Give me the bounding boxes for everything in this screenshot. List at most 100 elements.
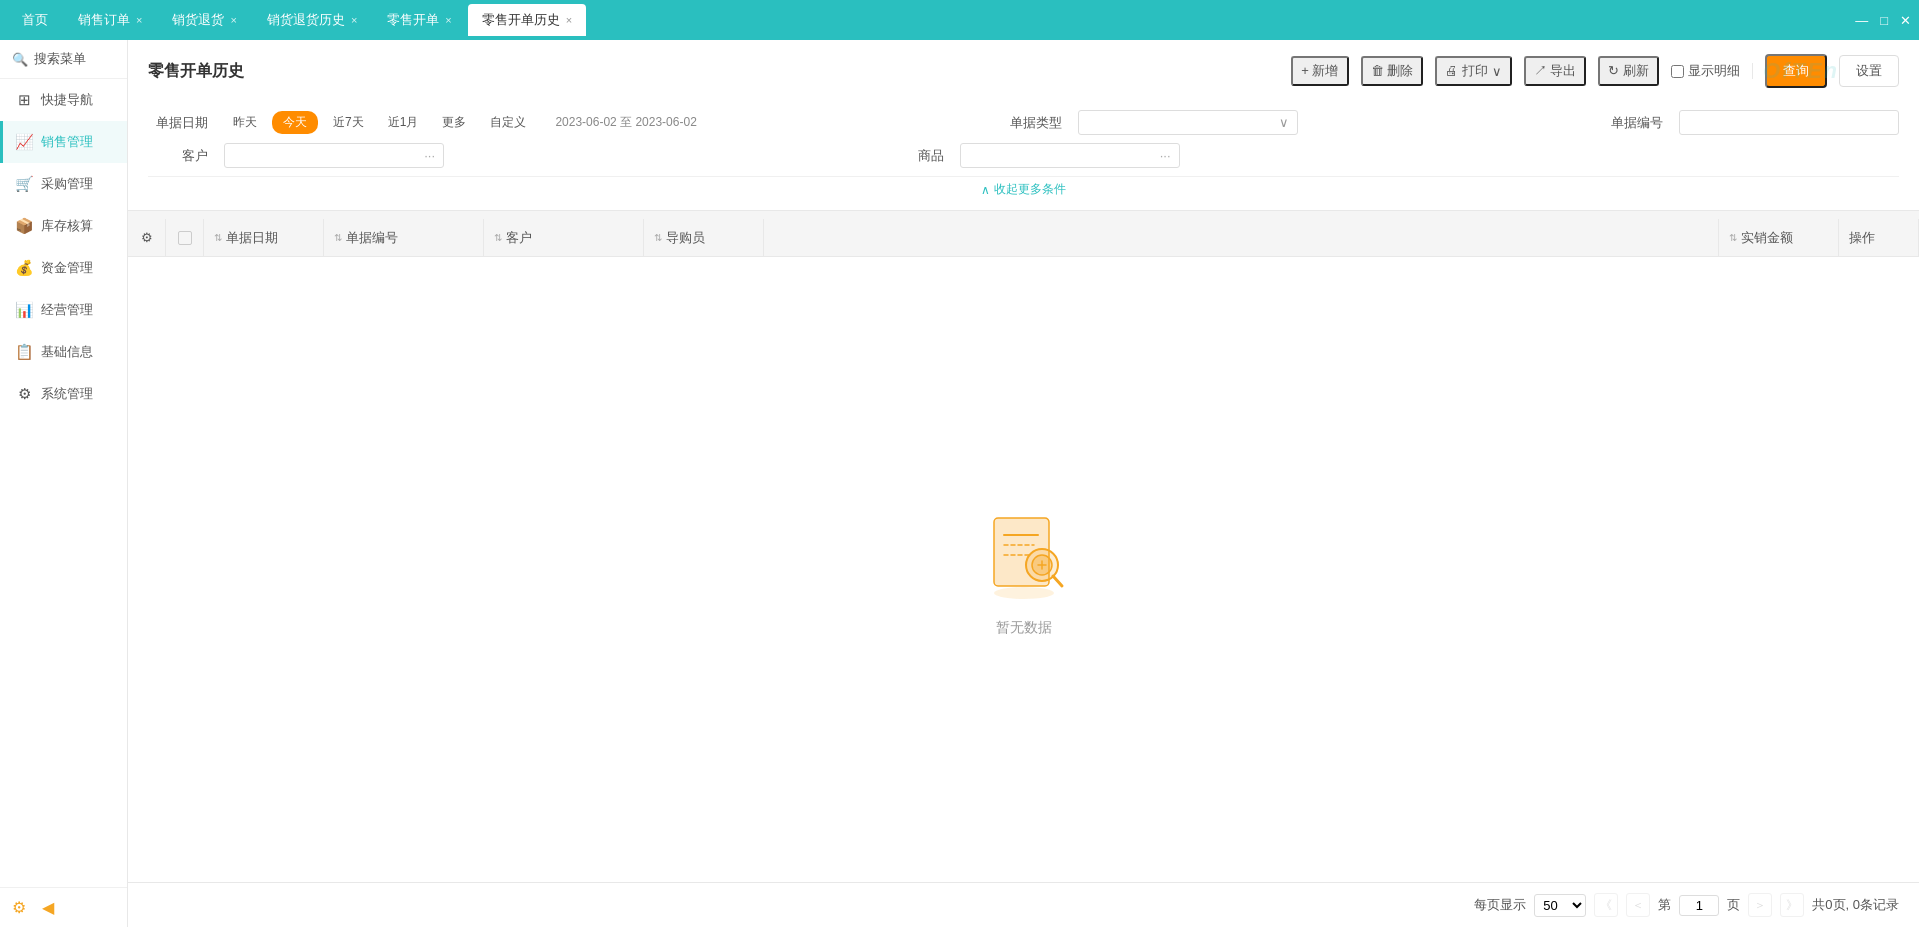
svg-line-8 — [1053, 576, 1062, 586]
tab-home[interactable]: 首页 — [8, 4, 62, 36]
first-page-btn[interactable]: 《 — [1594, 893, 1618, 917]
query-button[interactable]: 查询 — [1765, 54, 1827, 88]
sidebar-item-finance[interactable]: 💰 资金管理 — [0, 247, 127, 289]
tab-retail-open[interactable]: 零售开单 × — [373, 4, 465, 36]
date-filter-label: 单据日期 — [148, 114, 208, 132]
tab-close-retail-open-history[interactable]: × — [566, 14, 572, 26]
date-range-text: 2023-06-02 至 2023-06-02 — [555, 114, 696, 131]
th-operation: 操作 — [1839, 219, 1919, 256]
goods-input[interactable] — [969, 148, 1156, 163]
goods-label: 商品 — [884, 147, 944, 165]
customer-input[interactable] — [233, 148, 420, 163]
th-customer[interactable]: ⇅ 客户 — [484, 219, 644, 256]
sidebar-item-operations[interactable]: 📊 经营管理 — [0, 289, 127, 331]
tab-close-sales-order[interactable]: × — [136, 14, 142, 26]
sidebar-item-quick-nav[interactable]: ⊞ 快捷导航 — [0, 79, 127, 121]
sidebar-item-system[interactable]: ⚙ 系统管理 — [0, 373, 127, 415]
customer-dots[interactable]: ··· — [424, 148, 435, 163]
th-billno-label: 单据编号 — [346, 229, 398, 247]
date-btn-yesterday[interactable]: 昨天 — [224, 111, 266, 134]
customer-input-wrapper[interactable]: ··· — [224, 143, 444, 168]
sidebar-item-basic-info[interactable]: 📋 基础信息 — [0, 331, 127, 373]
th-date[interactable]: ⇅ 单据日期 — [204, 219, 324, 256]
th-checkbox[interactable] — [166, 219, 204, 256]
print-arrow-icon: ∨ — [1492, 64, 1502, 79]
sidebar-collapse-icon[interactable]: ◀ — [42, 898, 54, 917]
display-detail-checkbox[interactable] — [1671, 65, 1684, 78]
sidebar-items: ⊞ 快捷导航 📈 销售管理 🛒 采购管理 📦 库存核算 💰 资金管理 📊 经营管… — [0, 79, 127, 415]
date-btn-last1m[interactable]: 近1月 — [379, 111, 428, 134]
print-button[interactable]: 🖨 打印 ∨ — [1435, 56, 1512, 86]
display-detail-toggle[interactable]: 显示明细 — [1671, 62, 1740, 80]
sort-icon-date: ⇅ — [214, 232, 222, 243]
filter-row-customer: 客户 ··· 商品 ··· — [148, 143, 1899, 168]
sidebar-item-purchase-mgmt[interactable]: 🛒 采购管理 — [0, 163, 127, 205]
date-btn-today[interactable]: 今天 — [272, 111, 318, 134]
bill-type-label: 单据类型 — [1002, 114, 1062, 132]
window-minimize[interactable]: — — [1855, 13, 1868, 28]
tab-label-retail-open-history: 零售开单历史 — [482, 11, 560, 29]
tab-label-sales-return: 销货退货 — [172, 11, 224, 29]
collapse-bar[interactable]: ∧ 收起更多条件 — [148, 176, 1899, 202]
gear-icon: ⚙ — [141, 230, 153, 245]
goods-dots[interactable]: ··· — [1160, 148, 1171, 163]
sort-icon-billno: ⇅ — [334, 232, 342, 243]
sort-icon-salesperson: ⇅ — [654, 232, 662, 243]
select-all-checkbox[interactable] — [178, 231, 192, 245]
next-page-btn[interactable]: ＞ — [1748, 893, 1772, 917]
bill-type-select[interactable]: ∨ — [1078, 110, 1298, 135]
sidebar-item-inventory[interactable]: 📦 库存核算 — [0, 205, 127, 247]
th-date-label: 单据日期 — [226, 229, 278, 247]
search-icon: 🔍 — [12, 52, 28, 67]
date-btn-custom[interactable]: 自定义 — [481, 111, 535, 134]
tab-label-retail-open: 零售开单 — [387, 11, 439, 29]
tab-retail-open-history[interactable]: 零售开单历史 × — [468, 4, 586, 36]
th-billno[interactable]: ⇅ 单据编号 — [324, 219, 484, 256]
window-close[interactable]: ✕ — [1900, 13, 1911, 28]
th-amount[interactable]: ⇅ 实销金额 — [1719, 219, 1839, 256]
settings-button[interactable]: 设置 — [1839, 55, 1899, 87]
prev-page-icon: ＜ — [1632, 897, 1644, 914]
sort-icon-amount: ⇅ — [1729, 232, 1737, 243]
export-button[interactable]: ↗ 导出 — [1524, 56, 1587, 86]
tab-close-retail-open[interactable]: × — [445, 14, 451, 26]
last-page-btn[interactable]: 》 — [1780, 893, 1804, 917]
tab-sales-return[interactable]: 销货退货 × — [158, 4, 250, 36]
date-btn-last7[interactable]: 近7天 — [324, 111, 373, 134]
delete-button[interactable]: 🗑 删除 — [1361, 56, 1424, 86]
tab-close-sales-return-history[interactable]: × — [351, 14, 357, 26]
current-page-input[interactable] — [1679, 895, 1719, 916]
sidebar-search[interactable]: 🔍 搜索菜单 — [0, 40, 127, 79]
tab-sales-order[interactable]: 销售订单 × — [64, 4, 156, 36]
per-page-select[interactable]: 50 10 20 100 — [1534, 894, 1586, 917]
next-page-icon: ＞ — [1754, 897, 1766, 914]
bill-no-input[interactable] — [1679, 110, 1899, 135]
tabs-container: 首页销售订单×销货退货×销货退货历史×零售开单×零售开单历史× — [8, 4, 588, 36]
refresh-button[interactable]: ↻ 刷新 — [1598, 56, 1659, 86]
pagination: 每页显示 50 10 20 100 《 ＜ 第 页 ＞ — [128, 882, 1919, 927]
sidebar-icon-operations: 📊 — [15, 301, 33, 319]
sidebar-label-system: 系统管理 — [41, 385, 93, 403]
tab-label-sales-order: 销售订单 — [78, 11, 130, 29]
prev-page-btn[interactable]: ＜ — [1626, 893, 1650, 917]
first-page-icon: 《 — [1600, 897, 1612, 914]
sidebar-icon-finance: 💰 — [15, 259, 33, 277]
add-button[interactable]: + 新增 — [1291, 56, 1348, 86]
svg-point-0 — [994, 587, 1054, 599]
empty-icon — [974, 503, 1074, 603]
sidebar-label-finance: 资金管理 — [41, 259, 93, 277]
empty-state: 暂无数据 — [128, 257, 1919, 882]
goods-input-wrapper[interactable]: ··· — [960, 143, 1180, 168]
tab-close-sales-return[interactable]: × — [230, 14, 236, 26]
sidebar-settings-icon[interactable]: ⚙ — [12, 898, 26, 917]
date-btn-more[interactable]: 更多 — [433, 111, 475, 134]
display-detail-label: 显示明细 — [1688, 62, 1740, 80]
tab-label-home: 首页 — [22, 11, 48, 29]
th-salesperson[interactable]: ⇅ 导购员 — [644, 219, 764, 256]
window-maximize[interactable]: □ — [1880, 13, 1888, 28]
tab-sales-return-history[interactable]: 销货退货历史× — [253, 4, 371, 36]
sidebar-item-sales-mgmt[interactable]: 📈 销售管理 — [0, 121, 127, 163]
th-operation-label: 操作 — [1849, 229, 1875, 247]
th-gear[interactable]: ⚙ — [128, 219, 166, 256]
filter-area: 单据日期 昨天今天近7天近1月更多自定义 2023-06-02 至 2023-0… — [148, 100, 1899, 210]
